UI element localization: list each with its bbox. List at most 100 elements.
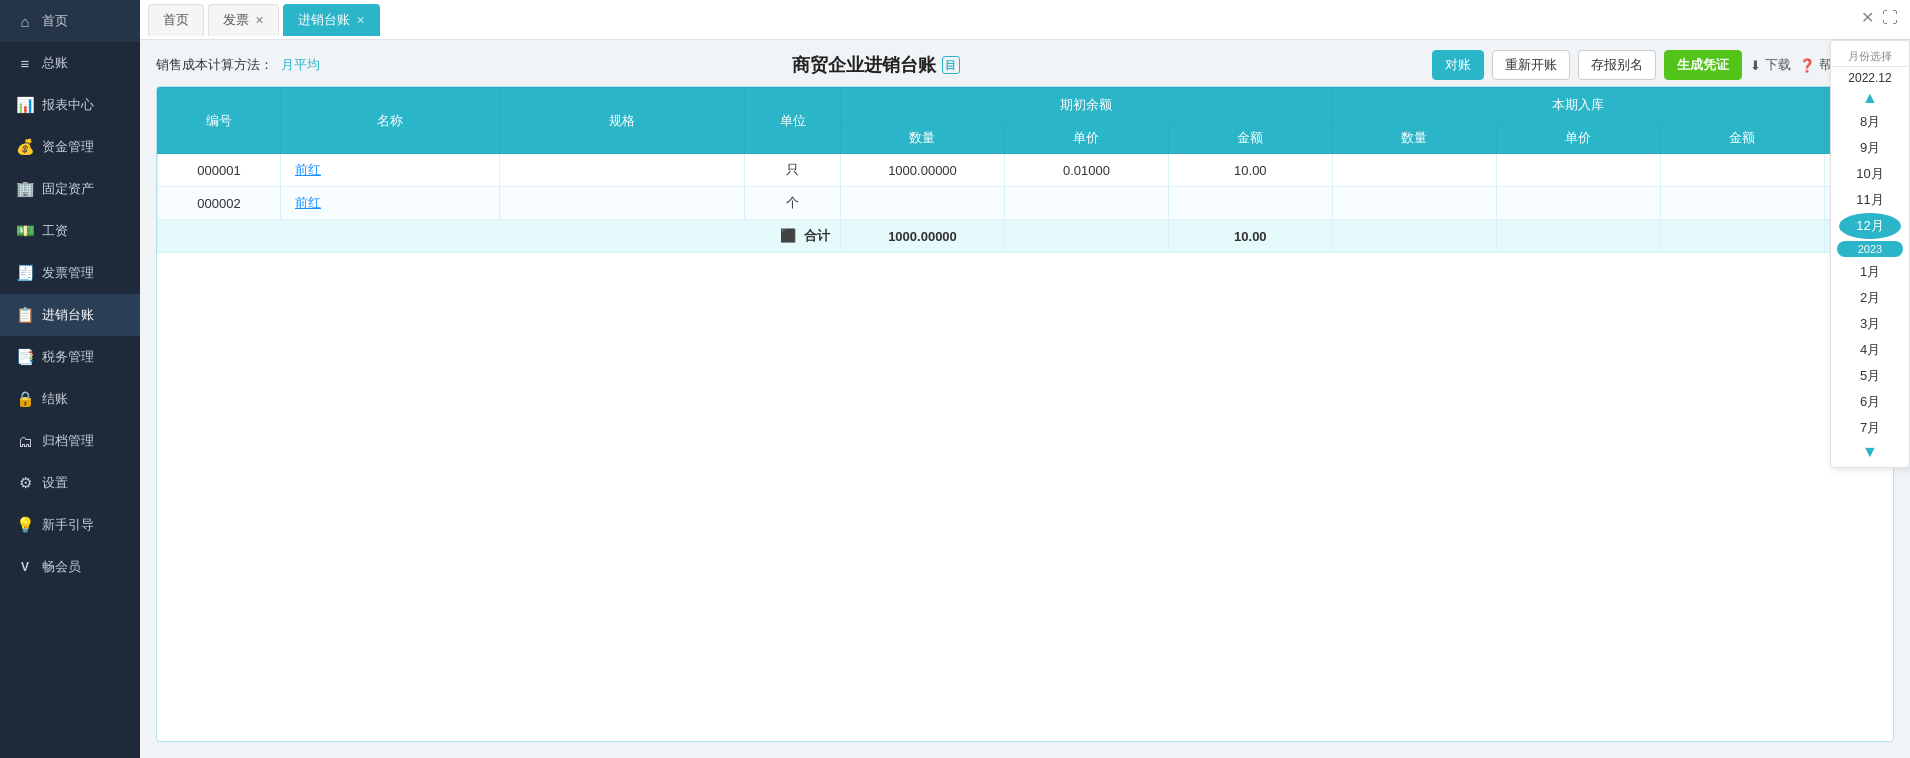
cell-inbound-amount — [1660, 187, 1824, 220]
total-opening-price — [1004, 220, 1168, 253]
month-item-6[interactable]: 6月 — [1831, 389, 1909, 415]
tab-invoice[interactable]: 发票 ✕ — [208, 4, 279, 36]
sidebar-item-tax[interactable]: 📑 税务管理 — [0, 336, 140, 378]
tab-home[interactable]: 首页 — [148, 4, 204, 36]
assets-icon: 🏢 — [16, 180, 34, 198]
col-header-inbound: 本期入库 — [1332, 88, 1824, 123]
purchase-sales-icon: 📋 — [16, 306, 34, 324]
cell-code: 000001 — [158, 154, 281, 187]
sidebar-item-ledger[interactable]: ≡ 总账 — [0, 42, 140, 84]
sidebar-item-closing[interactable]: 🔒 结账 — [0, 378, 140, 420]
month-item-12[interactable]: 12月 — [1839, 213, 1901, 239]
cell-opening-qty — [841, 187, 1005, 220]
month-item-4[interactable]: 4月 — [1831, 337, 1909, 363]
cell-name: 前红 — [280, 154, 499, 187]
cell-opening-price: 0.01000 — [1004, 154, 1168, 187]
maximize-button[interactable]: ⛶ — [1882, 9, 1898, 27]
page-title: 商贸企业进销台账 目 — [792, 53, 960, 77]
col-header-opening-amount: 金额 — [1168, 123, 1332, 154]
tab-purchase-sales-close[interactable]: ✕ — [356, 14, 365, 27]
cell-unit: 个 — [745, 187, 841, 220]
month-item-9[interactable]: 9月 — [1831, 135, 1909, 161]
download-button[interactable]: ⬇ 下载 — [1750, 56, 1791, 74]
month-item-5[interactable]: 5月 — [1831, 363, 1909, 389]
sidebar-item-funds[interactable]: 💰 资金管理 — [0, 126, 140, 168]
sidebar-item-member[interactable]: V 畅会员 — [0, 546, 140, 588]
col-header-code: 编号 — [158, 88, 281, 154]
cell-opening-amount — [1168, 187, 1332, 220]
close-button[interactable]: ✕ — [1861, 8, 1874, 27]
sidebar-item-assets[interactable]: 🏢 固定资产 — [0, 168, 140, 210]
main-area: ✕ ⛶ 首页 发票 ✕ 进销台账 ✕ 销售成本计算方法： 月平均 商贸企业进销台… — [140, 0, 1910, 758]
col-header-name: 名称 — [280, 88, 499, 154]
month-item-11[interactable]: 11月 — [1831, 187, 1909, 213]
content-area: 销售成本计算方法： 月平均 商贸企业进销台账 目 对账 重新开账 存报别名 生成… — [140, 40, 1910, 758]
closing-icon: 🔒 — [16, 390, 34, 408]
sidebar-item-archive[interactable]: 🗂 归档管理 — [0, 420, 140, 462]
cell-opening-qty: 1000.00000 — [841, 154, 1005, 187]
sidebar-item-reports[interactable]: 📊 报表中心 — [0, 84, 140, 126]
cell-unit: 只 — [745, 154, 841, 187]
table-wrapper: 编号 名称 规格 单位 期初余额 本期入库 数 数量 单价 金额 数量 单价 — [156, 86, 1894, 742]
data-table: 编号 名称 规格 单位 期初余额 本期入库 数 数量 单价 金额 数量 单价 — [157, 87, 1893, 253]
info-icon[interactable]: 目 — [942, 56, 960, 74]
home-icon: ⌂ — [16, 13, 34, 30]
cell-opening-price — [1004, 187, 1168, 220]
month-item-7[interactable]: 7月 — [1831, 415, 1909, 441]
col-header-inbound-price: 单价 — [1496, 123, 1660, 154]
cell-inbound-price — [1496, 154, 1660, 187]
year-current: 2022.12 — [1831, 67, 1909, 87]
guide-icon: 💡 — [16, 516, 34, 534]
month-item-10[interactable]: 10月 — [1831, 161, 1909, 187]
cell-name: 前红 — [280, 187, 499, 220]
sidebar-item-salary[interactable]: 💵 工资 — [0, 210, 140, 252]
col-header-opening: 期初余额 — [841, 88, 1333, 123]
help-icon: ❓ — [1799, 58, 1815, 73]
tab-bar: 首页 发票 ✕ 进销台账 ✕ — [140, 0, 1910, 40]
save-as-button[interactable]: 存报别名 — [1578, 50, 1656, 80]
sidebar-item-guide[interactable]: 💡 新手引导 — [0, 504, 140, 546]
generate-button[interactable]: 生成凭证 — [1664, 50, 1742, 80]
month-panel-title: 月份选择 — [1831, 45, 1909, 67]
col-header-inbound-amount: 金额 — [1660, 123, 1824, 154]
funds-icon: 💰 — [16, 138, 34, 156]
cost-method: 销售成本计算方法： 月平均 — [156, 56, 320, 74]
settings-icon: ⚙ — [16, 474, 34, 492]
month-item-3[interactable]: 3月 — [1831, 311, 1909, 337]
col-header-spec: 规格 — [499, 88, 745, 154]
month-item-1[interactable]: 1月 — [1831, 259, 1909, 285]
tab-invoice-close[interactable]: ✕ — [255, 14, 264, 27]
col-header-inbound-qty: 数量 — [1332, 123, 1496, 154]
cell-opening-amount: 10.00 — [1168, 154, 1332, 187]
total-label: ⬛ 合计 — [158, 220, 841, 253]
month-nav-up[interactable]: ▲ — [1831, 87, 1909, 109]
sidebar-item-invoice[interactable]: 🧾 发票管理 — [0, 252, 140, 294]
sidebar-item-purchase-sales[interactable]: 📋 进销台账 — [0, 294, 140, 336]
total-inbound-amount — [1660, 220, 1824, 253]
reconcile-button[interactable]: 对账 — [1432, 50, 1484, 80]
cell-inbound-qty — [1332, 187, 1496, 220]
cell-inbound-amount — [1660, 154, 1824, 187]
total-icon: ⬛ — [780, 228, 796, 243]
month-item-8[interactable]: 8月 — [1831, 109, 1909, 135]
total-inbound-price — [1496, 220, 1660, 253]
archive-icon: 🗂 — [16, 433, 34, 450]
year-next-badge: 2023 — [1837, 241, 1903, 257]
window-controls: ✕ ⛶ — [1861, 8, 1898, 27]
tab-purchase-sales[interactable]: 进销台账 ✕ — [283, 4, 380, 36]
sidebar-item-home[interactable]: ⌂ 首页 — [0, 0, 140, 42]
total-row: ⬛ 合计 1000.00000 10.00 — [158, 220, 1893, 253]
table-row: 000002 前红 个 — [158, 187, 1893, 220]
member-icon: V — [16, 560, 34, 574]
cell-inbound-qty — [1332, 154, 1496, 187]
invoice-icon: 🧾 — [16, 264, 34, 282]
month-nav-down[interactable]: ▼ — [1831, 441, 1909, 463]
salary-icon: 💵 — [16, 222, 34, 240]
month-panel: 月份选择 2022.12 ▲ 8月 9月 10月 11月 12月 2023 1月… — [1830, 40, 1910, 468]
month-item-2[interactable]: 2月 — [1831, 285, 1909, 311]
cell-inbound-price — [1496, 187, 1660, 220]
sidebar-item-settings[interactable]: ⚙ 设置 — [0, 462, 140, 504]
reopen-button[interactable]: 重新开账 — [1492, 50, 1570, 80]
cell-spec — [499, 154, 745, 187]
toolbar-actions: 对账 重新开账 存报别名 生成凭证 ⬇ 下载 ❓ 帮助 ↻ 刷新 — [1432, 50, 1894, 80]
